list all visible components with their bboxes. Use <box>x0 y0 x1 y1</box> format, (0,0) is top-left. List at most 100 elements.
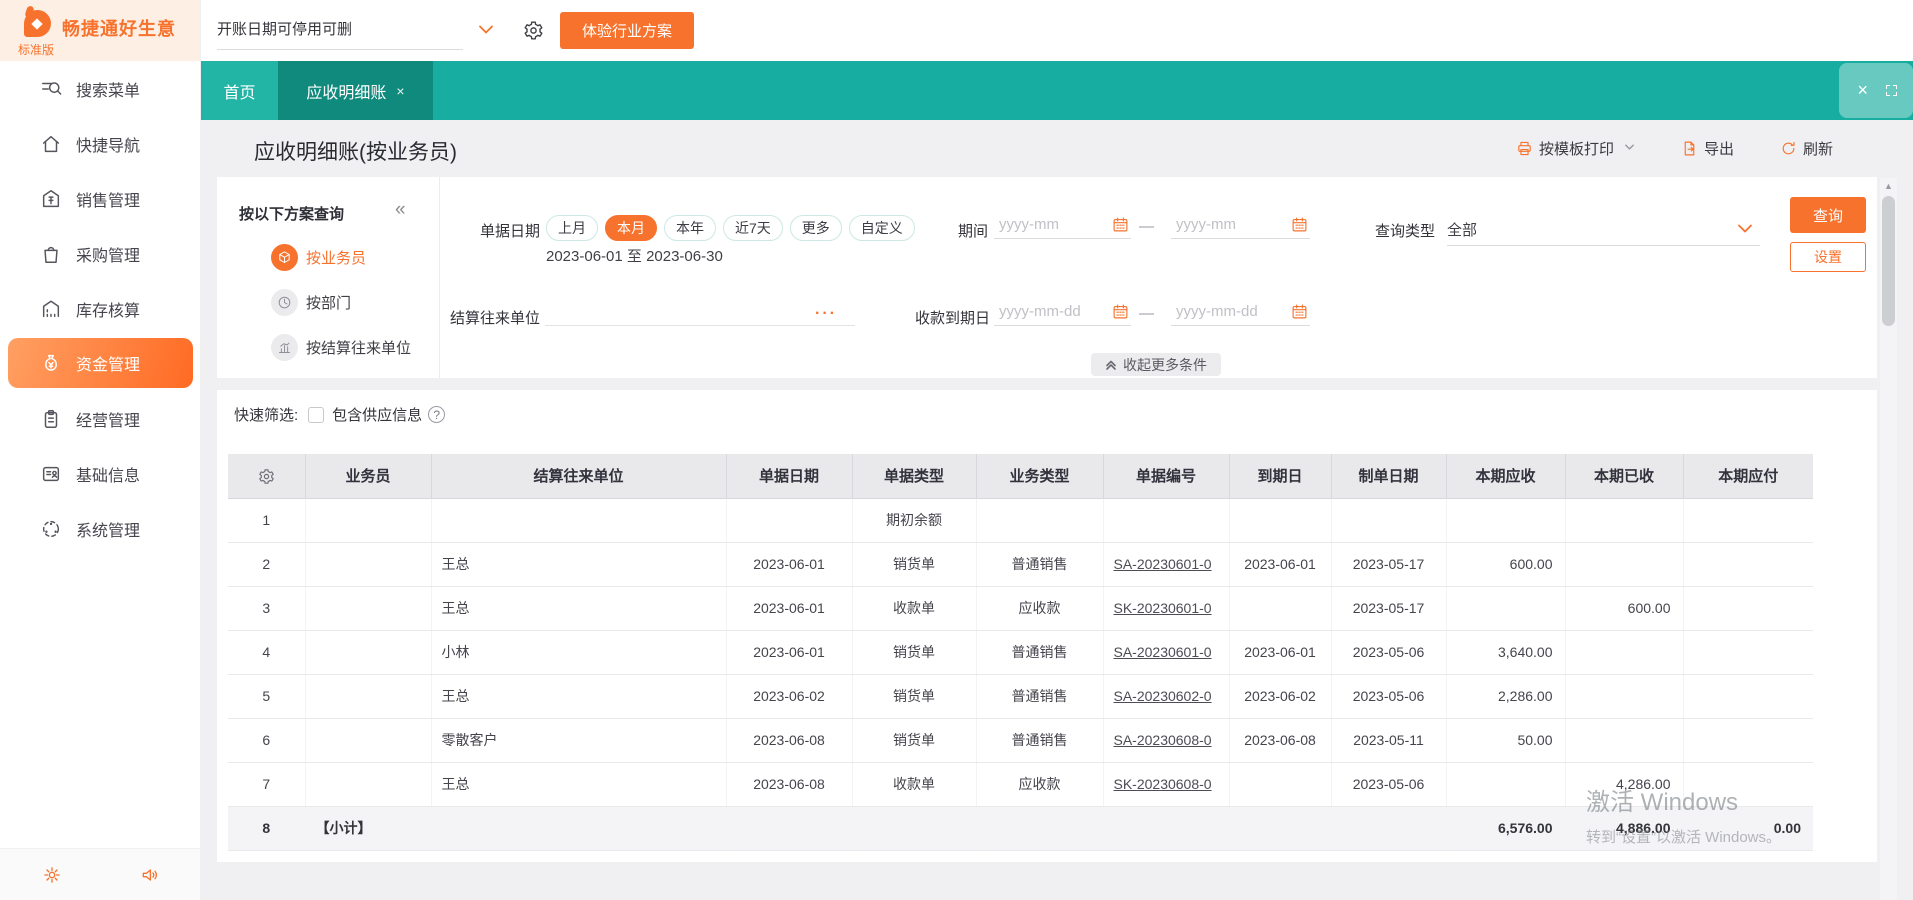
pill-more[interactable]: 更多 <box>789 215 842 241</box>
vertical-scrollbar[interactable]: ▲ <box>1880 178 1897 900</box>
search-button[interactable]: 查询 <box>1790 197 1866 233</box>
chevron-down-icon[interactable] <box>478 24 494 36</box>
partner-picker-ellipsis[interactable]: ··· <box>815 305 837 323</box>
col-header-received[interactable]: 本期已收 <box>1565 454 1684 499</box>
plan-by-department[interactable]: 按部门 <box>271 289 351 316</box>
cell-doc-no: SA-20230601-0 <box>1103 542 1230 587</box>
table-row[interactable]: 1 期初余额 <box>228 498 1813 543</box>
col-header-doc-date[interactable]: 单据日期 <box>726 454 853 499</box>
include-supply-checkbox[interactable] <box>308 406 325 423</box>
close-icon[interactable]: × <box>1857 80 1868 101</box>
period-start-input[interactable]: yyyy-mm <box>994 213 1131 239</box>
calendar-icon[interactable] <box>1112 303 1129 320</box>
calendar-icon[interactable] <box>1112 216 1129 233</box>
scrollbar-thumb[interactable] <box>1882 196 1895 326</box>
table-row[interactable]: 4 小林 2023-06-01 销货单 普通销售 SA-20230601-0 2023-06… <box>228 630 1813 675</box>
cell-doc-date: 2023-06-08 <box>726 718 853 763</box>
print-options-chevron[interactable] <box>1624 140 1635 157</box>
due-end-input[interactable]: yyyy-mm-dd <box>1171 300 1310 326</box>
cell-salesperson <box>305 498 432 543</box>
cell-due-date <box>1229 762 1332 807</box>
table-row-subtotal[interactable]: 8 【小计】 6,576.00 4,886.00 0.00 <box>228 806 1813 851</box>
col-header-biz-type[interactable]: 业务类型 <box>976 454 1104 499</box>
col-header-partner[interactable]: 结算往来单位 <box>431 454 727 499</box>
pill-last-7-days[interactable]: 近7天 <box>723 215 783 241</box>
doc-no-link[interactable]: SA-20230601-0 <box>1114 556 1212 572</box>
pill-this-year[interactable]: 本年 <box>664 215 716 241</box>
sidebar-item-inventory[interactable]: 库存核算 <box>0 281 200 336</box>
plan-by-partner[interactable]: 按结算往来单位 <box>271 334 411 361</box>
sidebar-item-label: 采购管理 <box>76 247 141 265</box>
cell-receivable <box>1446 762 1566 807</box>
settings-button[interactable]: 设置 <box>1790 242 1866 272</box>
sidebar-item-funds[interactable]: 资金管理 <box>8 338 193 388</box>
partner-label: 结算往来单位 <box>449 310 540 327</box>
tab-close-icon[interactable]: × <box>396 83 404 99</box>
due-start-input[interactable]: yyyy-mm-dd <box>994 300 1131 326</box>
query-type-label: 查询类型 <box>1374 223 1435 240</box>
settings-gear-icon[interactable] <box>42 865 62 885</box>
account-set-dropdown[interactable]: 开账日期可停用可删 <box>217 18 463 50</box>
search-menu-icon <box>42 81 62 95</box>
chevron-down-icon[interactable] <box>1737 223 1753 235</box>
table-row[interactable]: 7 王总 2023-06-08 收款单 应收款 SK-20230608-0 2023-05-… <box>228 762 1813 807</box>
scroll-up-arrow[interactable]: ▲ <box>1880 181 1897 191</box>
col-header-create-date[interactable]: 制单日期 <box>1331 454 1447 499</box>
cell-create-date: 2023-05-17 <box>1331 542 1447 587</box>
table-row[interactable]: 5 王总 2023-06-02 销货单 普通销售 SA-20230602-0 2023-06… <box>228 674 1813 719</box>
sidebar-item-operations[interactable]: 经营管理 <box>0 391 200 446</box>
calendar-icon[interactable] <box>1291 303 1308 320</box>
cell-partner: 王总 <box>431 674 727 719</box>
pill-this-month[interactable]: 本月 <box>605 215 657 241</box>
fullscreen-icon[interactable] <box>1884 83 1899 98</box>
sidebar-item-search-menu[interactable]: 搜索菜单 <box>0 61 200 116</box>
col-header-doc-no[interactable]: 单据编号 <box>1103 454 1230 499</box>
panel-collapse-icon[interactable]: « <box>395 199 406 221</box>
col-header-due-date[interactable]: 到期日 <box>1229 454 1332 499</box>
doc-no-link[interactable]: SK-20230608-0 <box>1114 776 1212 792</box>
col-header-salesperson[interactable]: 业务员 <box>305 454 432 499</box>
column-settings-gear[interactable] <box>228 454 306 499</box>
doc-no-link[interactable]: SA-20230602-0 <box>1114 688 1212 704</box>
sidebar-item-system[interactable]: 系统管理 <box>0 501 200 556</box>
quick-filter-label: 快速筛选: <box>234 407 299 424</box>
gear-icon[interactable] <box>523 20 544 41</box>
col-header-doc-type[interactable]: 单据类型 <box>852 454 977 499</box>
doc-no-link[interactable]: SA-20230608-0 <box>1114 732 1212 748</box>
print-by-template-button[interactable]: 按模板打印 <box>1516 138 1614 159</box>
refresh-button[interactable]: 刷新 <box>1780 138 1833 159</box>
doc-no-link[interactable]: SA-20230601-0 <box>1114 644 1212 660</box>
table-row[interactable]: 3 王总 2023-06-01 收款单 应收款 SK-20230601-0 2023-05-… <box>228 586 1813 631</box>
cell-no: 3 <box>228 586 306 631</box>
cell-payable <box>1683 630 1813 675</box>
top-bar: 开账日期可停用可删 体验行业方案 消息 99+ App下载 在线客服 <box>201 0 1913 61</box>
plan-by-salesperson[interactable]: 按业务员 <box>271 244 366 271</box>
pill-last-month[interactable]: 上月 <box>546 215 598 241</box>
period-end-input[interactable]: yyyy-mm <box>1171 213 1310 239</box>
sidebar-item-sales[interactable]: 销售管理 <box>0 171 200 226</box>
page-title: 应收明细账(按业务员) <box>254 141 457 164</box>
collapse-more-conditions-button[interactable]: 收起更多条件 <box>1091 353 1221 376</box>
table-row[interactable]: 6 零散客户 2023-06-08 销货单 普通销售 SA-20230608-0 2023-… <box>228 718 1813 763</box>
cell-received <box>1565 630 1684 675</box>
tab-home[interactable]: 首页 <box>201 61 278 120</box>
tab-receivable-detail[interactable]: 应收明细账 × <box>278 61 433 120</box>
table-row[interactable]: 2 王总 2023-06-01 销货单 普通销售 SA-20230601-0 2023-06… <box>228 542 1813 587</box>
help-icon[interactable]: ? <box>428 406 446 423</box>
doc-no-link[interactable]: SK-20230601-0 <box>1114 600 1212 616</box>
sidebar-item-base-info[interactable]: 基础信息 <box>0 446 200 501</box>
trial-industry-button[interactable]: 体验行业方案 <box>560 12 695 49</box>
period-end-placeholder: yyyy-mm <box>1176 216 1236 233</box>
cell-payable <box>1683 498 1813 543</box>
calendar-icon[interactable] <box>1291 216 1308 233</box>
query-type-value[interactable]: 全部 <box>1447 219 1477 240</box>
selected-date-range: 2023-06-01 至 2023-06-30 <box>546 248 723 265</box>
cell-doc-type: 收款单 <box>852 762 977 807</box>
sidebar-item-purchase[interactable]: 采购管理 <box>0 226 200 281</box>
speaker-icon[interactable] <box>140 865 160 885</box>
partner-input[interactable] <box>545 300 855 326</box>
col-header-receivable[interactable]: 本期应收 <box>1446 454 1566 499</box>
col-header-payable[interactable]: 本期应付 <box>1683 454 1813 499</box>
sidebar-item-quick-nav[interactable]: 快捷导航 <box>0 116 200 171</box>
export-button[interactable]: 导出 <box>1681 138 1734 159</box>
